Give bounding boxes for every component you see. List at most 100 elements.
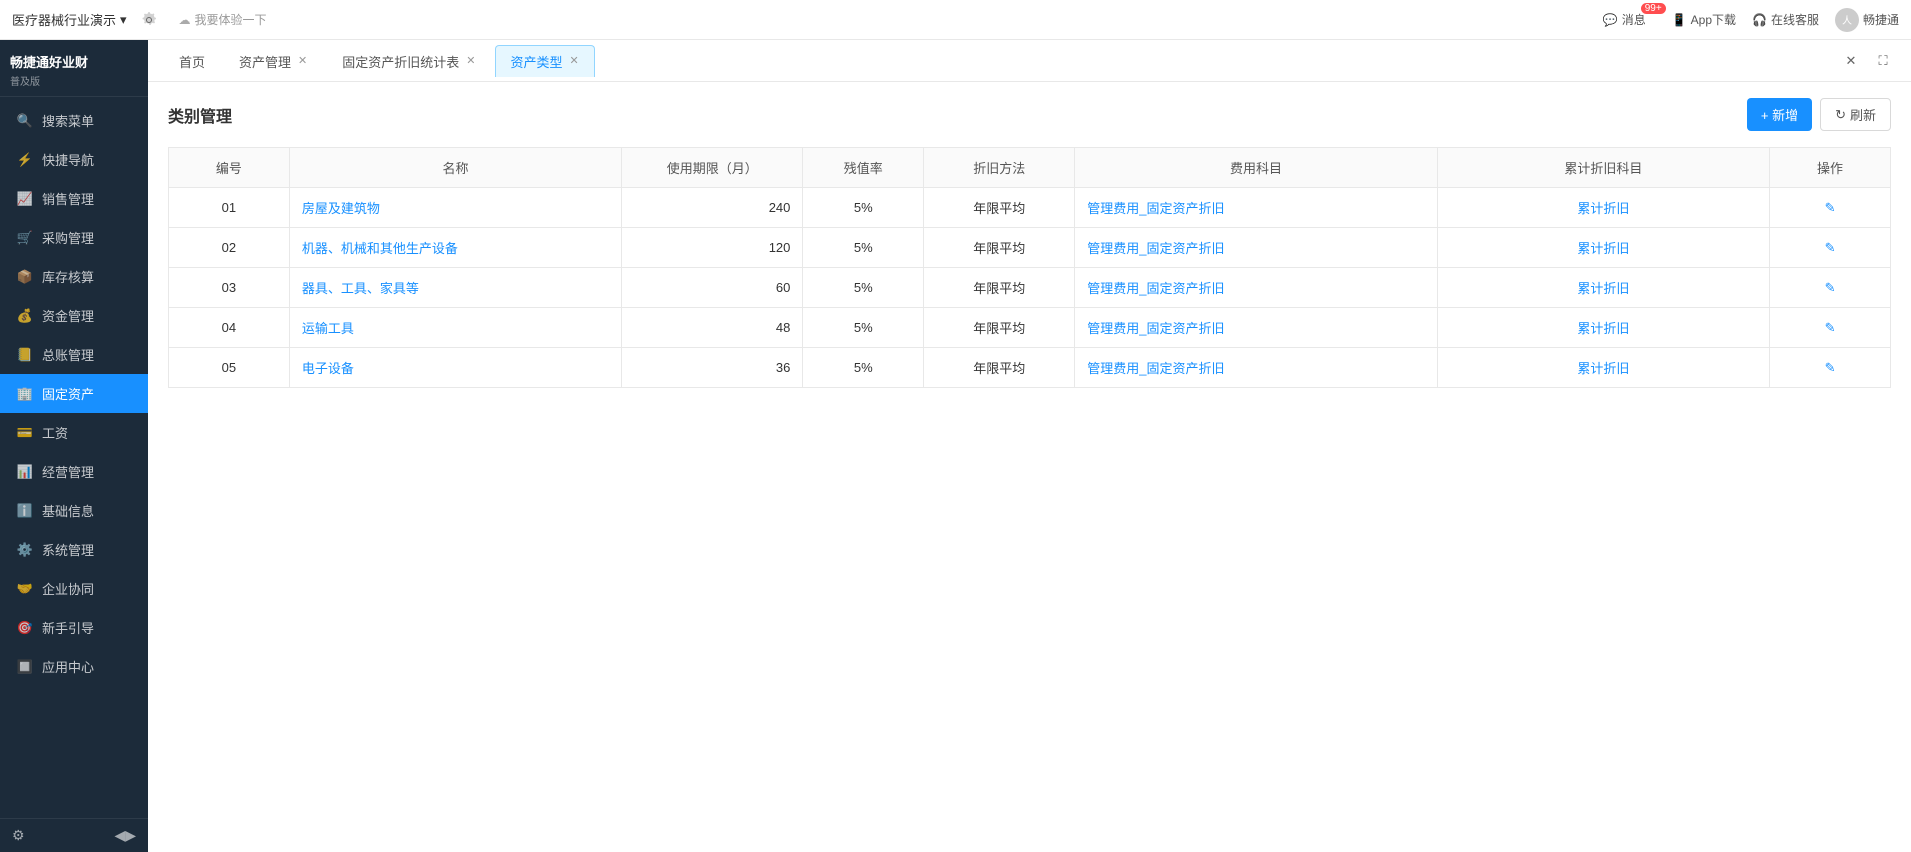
- sidebar-label-app-center: 应用中心: [42, 657, 94, 676]
- sidebar-item-app-center[interactable]: 🔲 应用中心: [0, 647, 148, 686]
- sidebar: 畅捷通好业财 普及版 🔍 搜索菜单 ⚡ 快捷导航 📈 销售管理 🛒 采购管理 📦…: [0, 40, 148, 852]
- sidebar-item-finance[interactable]: 💰 资金管理: [0, 296, 148, 335]
- row-code: 02: [169, 228, 290, 268]
- row-name: 器具、工具、家具等: [289, 268, 621, 308]
- fixed-assets-icon: 🏢: [16, 385, 34, 403]
- sidebar-item-ledger[interactable]: 📒 总账管理: [0, 335, 148, 374]
- row-code: 04: [169, 308, 290, 348]
- col-header: 编号: [169, 148, 290, 188]
- tab-close-asset-mgmt[interactable]: ✕: [297, 55, 308, 68]
- row-action[interactable]: ✎: [1770, 308, 1891, 348]
- operations-icon: 📊: [16, 463, 34, 481]
- settings-footer-icon[interactable]: ⚙: [12, 827, 25, 844]
- row-period: 120: [622, 228, 803, 268]
- quick-nav-icon: ⚡: [16, 151, 34, 169]
- category-table: 编号名称使用期限（月）残值率折旧方法费用科目累计折旧科目操作 01房屋及建筑物2…: [168, 147, 1891, 388]
- sidebar-label-fixed-assets: 固定资产: [42, 384, 94, 403]
- row-accum: 累计折旧: [1437, 348, 1769, 388]
- online-service-button[interactable]: 🎧 在线客服: [1752, 11, 1819, 28]
- page-actions: + 新增 ↻ 刷新: [1747, 98, 1891, 131]
- page-content: 类别管理 + 新增 ↻ 刷新 编号名称使用期限（月）残值率折旧方法费用科目累计折…: [148, 82, 1911, 852]
- col-header: 名称: [289, 148, 621, 188]
- row-action[interactable]: ✎: [1770, 228, 1891, 268]
- row-name: 机器、机械和其他生产设备: [289, 228, 621, 268]
- tab-label-fixed-depr: 固定资产折旧统计表: [342, 52, 459, 71]
- app-download-label: App下载: [1691, 11, 1736, 28]
- project-name: 医疗器械行业演示: [12, 10, 116, 29]
- row-period: 60: [622, 268, 803, 308]
- sidebar-nav: 🔍 搜索菜单 ⚡ 快捷导航 📈 销售管理 🛒 采购管理 📦 库存核算 💰 资金管…: [0, 97, 148, 818]
- salary-icon: 💳: [16, 424, 34, 442]
- message-icon: 💬: [1603, 13, 1618, 27]
- sidebar-label-purchase: 采购管理: [42, 228, 94, 247]
- tab-close-fixed-depr[interactable]: ✕: [465, 55, 476, 68]
- sidebar-label-basic-info: 基础信息: [42, 501, 94, 520]
- tabbar-actions: ✕ ⛶: [1839, 49, 1895, 73]
- row-method: 年限平均: [924, 188, 1075, 228]
- sidebar-label-quick-nav: 快捷导航: [42, 150, 94, 169]
- row-action[interactable]: ✎: [1770, 188, 1891, 228]
- sidebar-item-search[interactable]: 🔍 搜索菜单: [0, 101, 148, 140]
- sidebar-item-guide[interactable]: 🎯 新手引导: [0, 608, 148, 647]
- col-header: 操作: [1770, 148, 1891, 188]
- row-salvage: 5%: [803, 228, 924, 268]
- table-row: 04运输工具485%年限平均管理费用_固定资产折旧累计折旧✎: [169, 308, 1891, 348]
- settings-icon[interactable]: [135, 6, 163, 34]
- row-name: 电子设备: [289, 348, 621, 388]
- row-expense: 管理费用_固定资产折旧: [1075, 268, 1438, 308]
- tabbar: 首页资产管理✕固定资产折旧统计表✕资产类型✕ ✕ ⛶: [148, 40, 1911, 82]
- tab-fixed-depr[interactable]: 固定资产折旧统计表 ✕: [327, 45, 491, 77]
- sidebar-item-sales[interactable]: 📈 销售管理: [0, 179, 148, 218]
- row-method: 年限平均: [924, 268, 1075, 308]
- row-expense: 管理费用_固定资产折旧: [1075, 348, 1438, 388]
- sidebar-item-fixed-assets[interactable]: 🏢 固定资产: [0, 374, 148, 413]
- maximize-icon[interactable]: ⛶: [1871, 49, 1895, 73]
- close-tab-icon[interactable]: ✕: [1839, 49, 1863, 73]
- sidebar-item-quick-nav[interactable]: ⚡ 快捷导航: [0, 140, 148, 179]
- sidebar-item-basic-info[interactable]: ℹ️ 基础信息: [0, 491, 148, 530]
- search-icon: 🔍: [16, 112, 34, 130]
- tab-asset-type[interactable]: 资产类型✕: [495, 45, 594, 77]
- sidebar-label-sales: 销售管理: [42, 189, 94, 208]
- collapse-icon[interactable]: ◀▶: [114, 827, 136, 844]
- row-period: 36: [622, 348, 803, 388]
- sidebar-label-operations: 经营管理: [42, 462, 94, 481]
- tab-asset-mgmt[interactable]: 资产管理✕: [224, 45, 323, 77]
- user-menu[interactable]: 人 畅捷通: [1835, 8, 1899, 32]
- app-center-icon: 🔲: [16, 658, 34, 676]
- sidebar-label-inventory: 库存核算: [42, 267, 94, 286]
- sidebar-item-salary[interactable]: 💳 工资: [0, 413, 148, 452]
- sidebar-item-purchase[interactable]: 🛒 采购管理: [0, 218, 148, 257]
- row-action[interactable]: ✎: [1770, 268, 1891, 308]
- project-selector[interactable]: 医疗器械行业演示 ▾: [12, 10, 127, 29]
- topbar: 医疗器械行业演示 ▾ ☁ 我要体验一下 💬 消息 99+ 📱 App下载 🎧 在…: [0, 0, 1911, 40]
- row-salvage: 5%: [803, 308, 924, 348]
- topbar-right: 💬 消息 99+ 📱 App下载 🎧 在线客服 人 畅捷通: [1603, 8, 1899, 32]
- new-button[interactable]: + 新增: [1747, 98, 1812, 131]
- row-code: 03: [169, 268, 290, 308]
- sidebar-label-search: 搜索菜单: [42, 111, 94, 130]
- sidebar-item-inventory[interactable]: 📦 库存核算: [0, 257, 148, 296]
- sidebar-item-operations[interactable]: 📊 经营管理: [0, 452, 148, 491]
- tab-label-home: 首页: [179, 52, 205, 71]
- row-method: 年限平均: [924, 228, 1075, 268]
- sidebar-item-system[interactable]: ⚙️ 系统管理: [0, 530, 148, 569]
- trial-label: 我要体验一下: [195, 11, 267, 28]
- row-accum: 累计折旧: [1437, 188, 1769, 228]
- inventory-icon: 📦: [16, 268, 34, 286]
- message-button[interactable]: 💬 消息 99+: [1603, 11, 1656, 28]
- sidebar-item-cooperation[interactable]: 🤝 企业协同: [0, 569, 148, 608]
- tab-close-asset-type[interactable]: ✕: [569, 55, 580, 68]
- message-label: 消息: [1622, 11, 1646, 28]
- app-download-button[interactable]: 📱 App下载: [1672, 11, 1736, 28]
- guide-icon: 🎯: [16, 619, 34, 637]
- row-action[interactable]: ✎: [1770, 348, 1891, 388]
- tab-home[interactable]: 首页: [164, 45, 220, 77]
- trial-button[interactable]: ☁ 我要体验一下: [179, 11, 267, 28]
- finance-icon: 💰: [16, 307, 34, 325]
- refresh-button[interactable]: ↻ 刷新: [1820, 98, 1891, 131]
- refresh-label: 刷新: [1850, 105, 1876, 124]
- table-row: 02机器、机械和其他生产设备1205%年限平均管理费用_固定资产折旧累计折旧✎: [169, 228, 1891, 268]
- row-accum: 累计折旧: [1437, 268, 1769, 308]
- dropdown-icon: ▾: [120, 12, 127, 28]
